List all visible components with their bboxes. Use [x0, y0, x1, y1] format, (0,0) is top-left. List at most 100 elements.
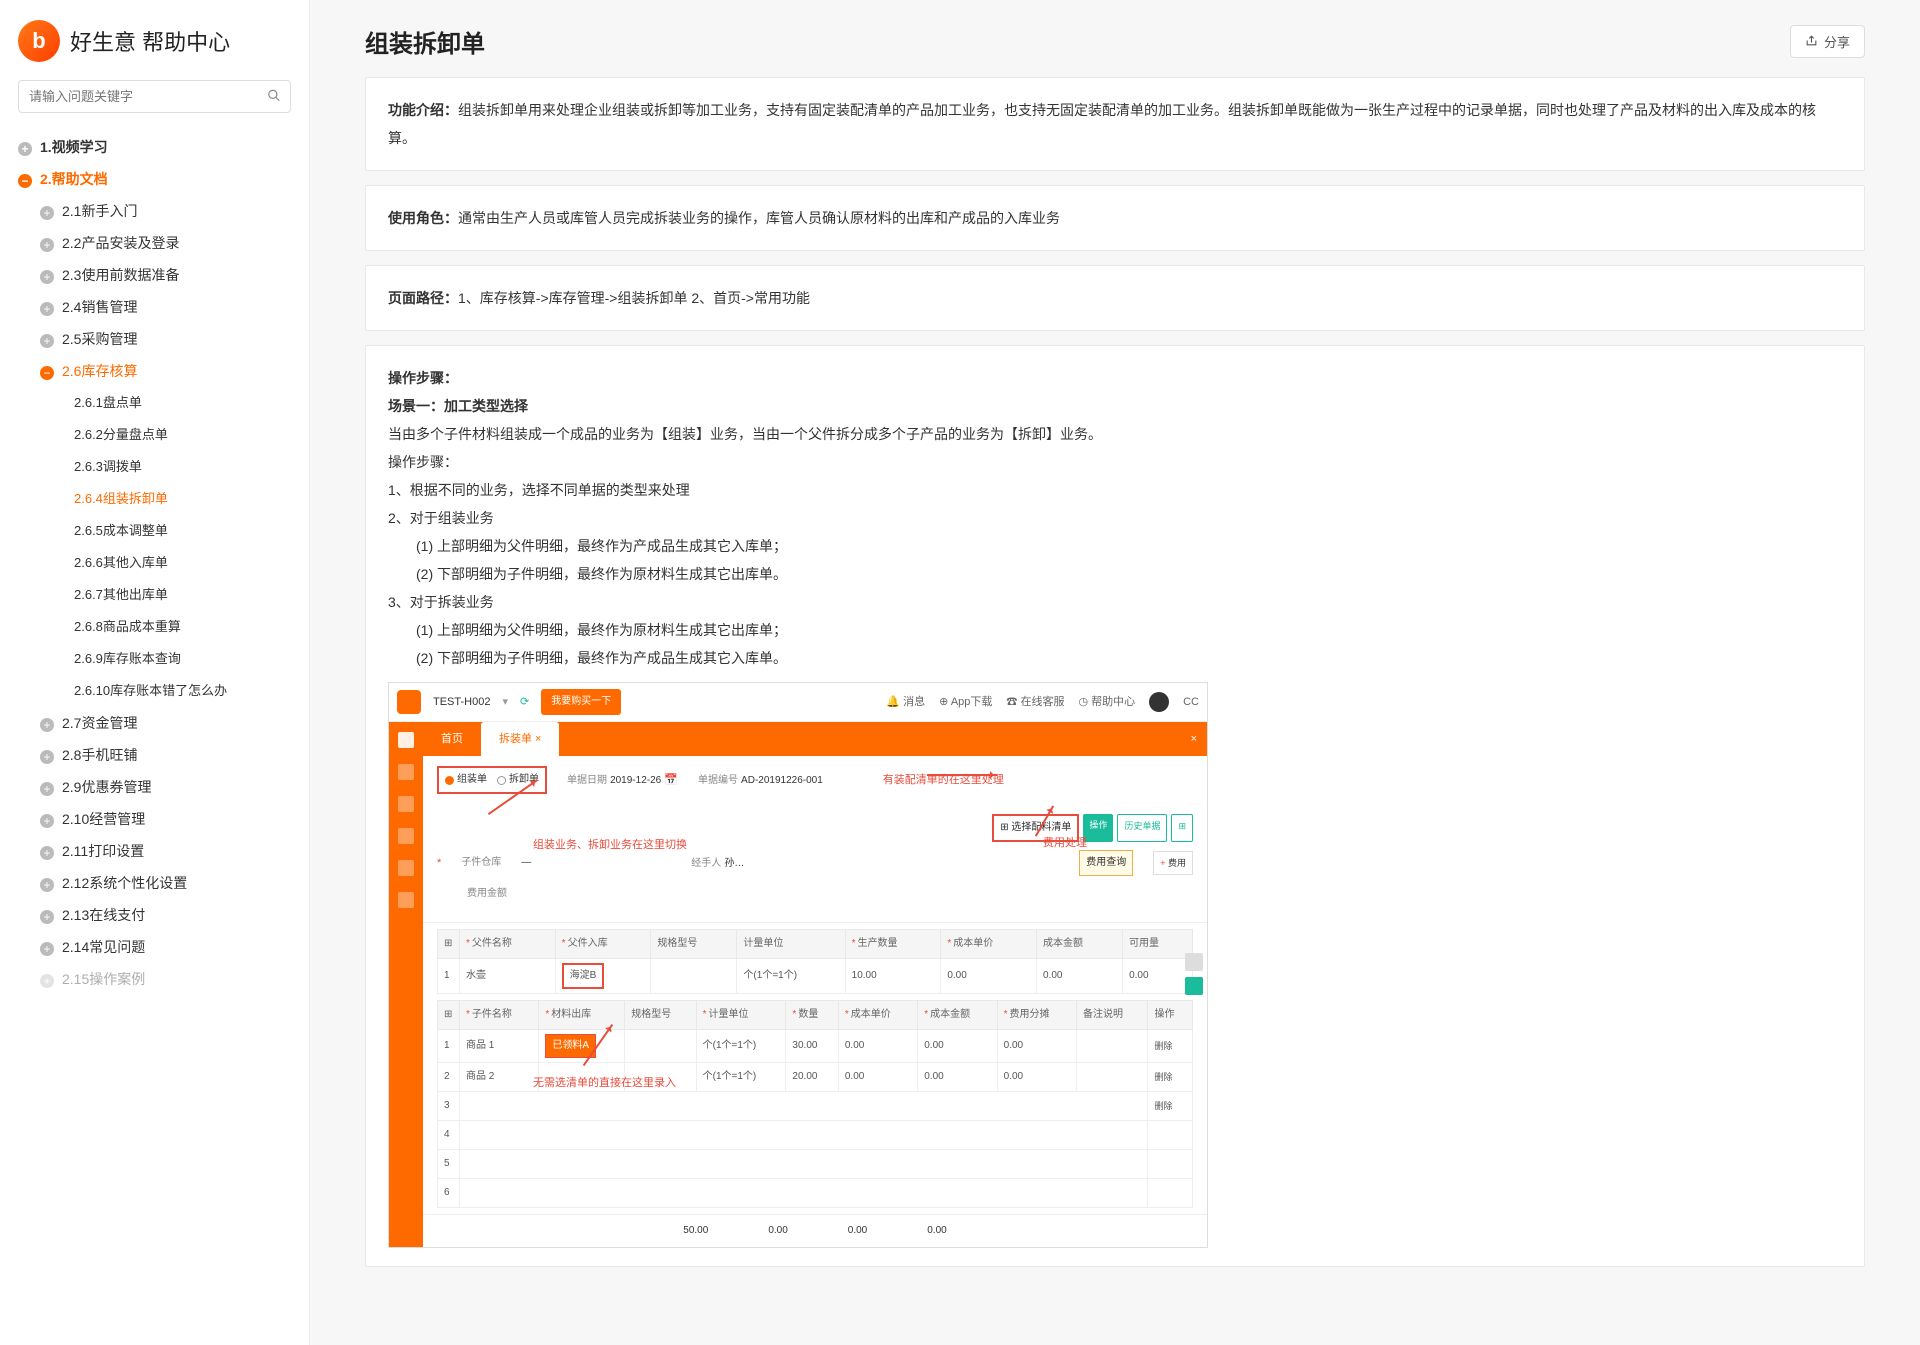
ss-annotation: 组装业务、拆卸业务在这里切换: [533, 834, 687, 856]
ss-tab-home: 首页: [423, 722, 481, 756]
nav-item[interactable]: +2.4销售管理: [18, 291, 291, 323]
menu-icon: [398, 764, 414, 780]
role-text: 通常由生产人员或库管人员完成拆装业务的操作，库管人员确认原材料的出库和产成品的入…: [458, 210, 1060, 226]
embedded-screenshot: TEST-H002 ▾ ⟳ 我要购买一下 🔔 消息 ⊕ App下载 ☎ 在线客服…: [388, 682, 1208, 1248]
plus-icon: +: [40, 782, 54, 796]
close-icon: ×: [1181, 722, 1207, 756]
search-wrap: [18, 80, 291, 113]
intro-text: 组装拆卸单用来处理企业组装或拆卸等加工业务，支持有固定装配清单的产品加工业务，也…: [388, 102, 1816, 146]
plus-icon: +: [40, 334, 54, 348]
nav-item-active[interactable]: 2.6.4组装拆卸单: [18, 483, 291, 515]
ss-annotation: 有装配清单的在这里处理: [883, 769, 1004, 791]
brand-text: 好生意 帮助中心: [70, 25, 230, 57]
nav-item[interactable]: 2.6.2分量盘点单: [18, 419, 291, 451]
plus-icon: +: [40, 814, 54, 828]
search-icon[interactable]: [267, 88, 281, 105]
share-icon: [1805, 34, 1818, 50]
plus-icon: +: [40, 270, 54, 284]
nav-item[interactable]: +2.9优惠券管理: [18, 771, 291, 803]
ss-form: 组装单 拆卸单 单据日期 2019-12-26 📅 单据编号 AD-201912…: [423, 756, 1207, 923]
nav-item[interactable]: +2.1新手入门: [18, 195, 291, 227]
plus-icon: +: [18, 142, 32, 156]
tool-icon: [1185, 977, 1203, 995]
nav-item[interactable]: 2.6.5成本调整单: [18, 515, 291, 547]
menu-icon: [398, 860, 414, 876]
ss-buy-button: 我要购买一下: [541, 689, 621, 715]
nav-item[interactable]: 2.6.10库存账本错了怎么办: [18, 675, 291, 707]
nav-item[interactable]: −2.帮助文档: [18, 163, 291, 195]
plus-icon: +: [40, 718, 54, 732]
tool-icon: [1185, 953, 1203, 971]
plus-icon: +: [40, 910, 54, 924]
plus-icon: +: [40, 302, 54, 316]
nav-item[interactable]: 2.6.1盘点单: [18, 387, 291, 419]
nav-item[interactable]: 2.6.3调拨单: [18, 451, 291, 483]
ss-fee-box: 费用查询: [1079, 850, 1133, 876]
plus-icon: +: [40, 238, 54, 252]
step-3: 3、对于拆装业务: [388, 588, 1842, 616]
intro-label: 功能介绍：: [388, 102, 458, 118]
ss-logo-icon: [397, 690, 421, 714]
bell-icon: 🔔 消息: [886, 691, 925, 713]
app-icon: ⊕ App下载: [939, 691, 992, 713]
nav-item[interactable]: +2.14常见问题: [18, 931, 291, 963]
nav-item[interactable]: +2.8手机旺铺: [18, 739, 291, 771]
minus-icon: −: [18, 174, 32, 188]
nav-item[interactable]: +2.10经营管理: [18, 803, 291, 835]
nav-item[interactable]: +2.5采购管理: [18, 323, 291, 355]
minus-icon: −: [40, 366, 54, 380]
home-icon: [398, 732, 414, 748]
intro-card: 功能介绍：组装拆卸单用来处理企业组装或拆卸等加工业务，支持有固定装配清单的产品加…: [365, 77, 1865, 171]
nav-item[interactable]: +2.12系统个性化设置: [18, 867, 291, 899]
nav-item[interactable]: +2.3使用前数据准备: [18, 259, 291, 291]
plus-icon: +: [40, 878, 54, 892]
nav-item[interactable]: 2.6.7其他出库单: [18, 579, 291, 611]
steps-card: 操作步骤： 场景一：加工类型选择 当由多个子件材料组装成一个成品的业务为【组装】…: [365, 345, 1865, 1267]
step-2a: (1) 上部明细为父件明细，最终作为产成品生成其它入库单；: [388, 532, 1842, 560]
nav-tree: +1.视频学习 −2.帮助文档 +2.1新手入门 +2.2产品安装及登录 +2.…: [18, 131, 291, 995]
menu-icon: [398, 892, 414, 908]
ss-annotation: 无需选清单的直接在这里录入: [533, 1072, 676, 1094]
service-icon: ☎ 在线客服: [1006, 691, 1064, 713]
scene-desc: 当由多个子件材料组装成一个成品的业务为【组装】业务，当由一个父件拆分成多个子产品…: [388, 420, 1842, 448]
ss-tabs: 首页 拆装单 × ×: [423, 722, 1207, 756]
nav-item[interactable]: +1.视频学习: [18, 131, 291, 163]
nav-item[interactable]: 2.6.8商品成本重算: [18, 611, 291, 643]
menu-icon: [398, 796, 414, 812]
ss-parent-table: ⊞ 父件名称 父件入库 规格型号 计量单位 生产数量 成本单价 成本金额 可用量: [437, 929, 1193, 994]
path-text: 1、库存核算->库存管理->组装拆卸单 2、首页->常用功能: [458, 290, 810, 306]
plus-icon: +: [40, 974, 54, 988]
nav-item[interactable]: −2.6库存核算: [18, 355, 291, 387]
avatar-icon: [1149, 692, 1169, 712]
step-2b: (2) 下部明细为子件明细，最终作为原材料生成其它出库单。: [388, 560, 1842, 588]
step-2: 2、对于组装业务: [388, 504, 1842, 532]
plus-icon: +: [40, 750, 54, 764]
step-1: 1、根据不同的业务，选择不同单据的类型来处理: [388, 476, 1842, 504]
steps-sub: 操作步骤：: [388, 448, 1842, 476]
share-button[interactable]: 分享: [1790, 25, 1865, 58]
plus-icon: +: [40, 942, 54, 956]
nav-item[interactable]: 2.6.9库存账本查询: [18, 643, 291, 675]
help-icon: ◷ 帮助中心: [1078, 691, 1135, 713]
brand-row: b 好生意 帮助中心: [18, 20, 291, 62]
page-title: 组装拆卸单: [365, 24, 485, 59]
ss-sidebar: [389, 722, 423, 1247]
nav-item[interactable]: +2.15操作案例: [18, 963, 291, 995]
step-3a: (1) 上部明细为父件明细，最终作为原材料生成其它出库单；: [388, 616, 1842, 644]
ss-tab-doc: 拆装单 ×: [481, 722, 559, 756]
path-label: 页面路径：: [388, 290, 458, 306]
main-content: 组装拆卸单 分享 功能介绍：组装拆卸单用来处理企业组装或拆卸等加工业务，支持有固…: [310, 0, 1920, 1345]
plus-icon: +: [40, 846, 54, 860]
path-card: 页面路径：1、库存核算->库存管理->组装拆卸单 2、首页->常用功能: [365, 265, 1865, 331]
nav-item[interactable]: +2.2产品安装及登录: [18, 227, 291, 259]
logo-icon: b: [18, 20, 60, 62]
nav-item[interactable]: +2.13在线支付: [18, 899, 291, 931]
ss-annotation: 费用处理: [1043, 832, 1087, 854]
search-input[interactable]: [18, 80, 291, 113]
nav-item[interactable]: +2.7资金管理: [18, 707, 291, 739]
role-label: 使用角色：: [388, 210, 458, 226]
menu-icon: [398, 828, 414, 844]
nav-item[interactable]: +2.11打印设置: [18, 835, 291, 867]
ss-child-table: ⊞ 子件名称 材料出库 规格型号 计量单位 数量 成本单价 成本金额 费用分摊: [437, 1000, 1193, 1208]
nav-item[interactable]: 2.6.6其他入库单: [18, 547, 291, 579]
